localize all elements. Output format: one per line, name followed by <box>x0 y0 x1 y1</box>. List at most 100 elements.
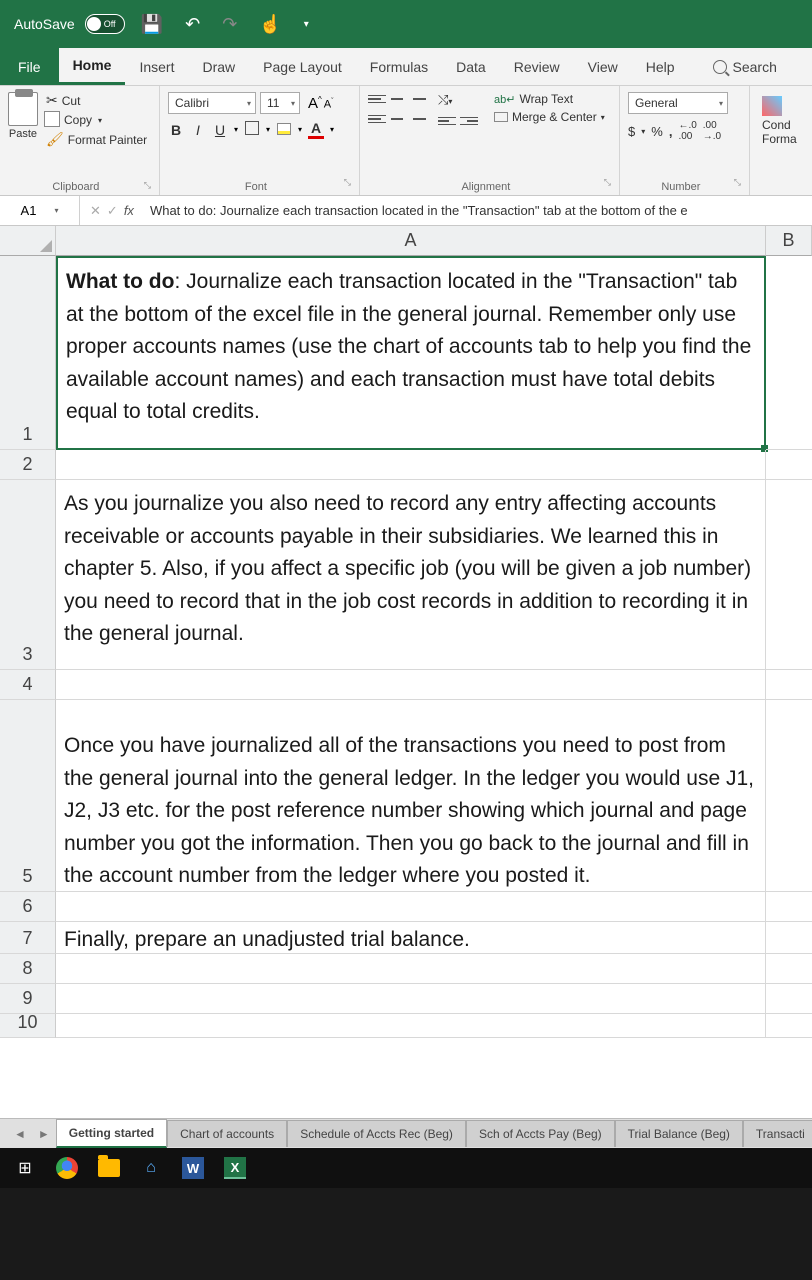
cell-b7[interactable] <box>766 922 812 954</box>
format-painter-button[interactable]: 🖌Format Painter <box>46 131 147 148</box>
column-header-a[interactable]: A <box>56 226 766 256</box>
excel-icon[interactable]: X <box>220 1153 250 1183</box>
font-launcher-icon[interactable]: ⤡ <box>344 177 351 193</box>
cancel-icon[interactable]: ✕ <box>90 203 101 219</box>
tab-view[interactable]: View <box>574 48 632 85</box>
fx-icon[interactable]: fx <box>124 203 134 219</box>
cut-button[interactable]: ✂Cut <box>46 92 147 109</box>
tab-page-layout[interactable]: Page Layout <box>249 48 356 85</box>
sheet-tab-getting-started[interactable]: Getting started <box>56 1119 167 1148</box>
cell-b10[interactable] <box>766 1014 812 1038</box>
start-button[interactable]: ⊞ <box>10 1153 40 1183</box>
tab-scroll-left-icon[interactable]: ◄ <box>8 1127 32 1141</box>
paste-button[interactable]: Paste <box>9 128 37 140</box>
autosave-toggle[interactable]: Off <box>85 14 125 34</box>
cell-a4[interactable] <box>56 670 766 700</box>
merge-center-button[interactable]: Merge & Center▾ <box>494 110 605 124</box>
chrome-icon[interactable] <box>52 1153 82 1183</box>
row-header-4[interactable]: 4 <box>0 670 56 700</box>
undo-icon[interactable]: ↶ <box>179 12 206 37</box>
sheet-tab-transactions[interactable]: Transacti <box>743 1120 812 1147</box>
cell-a7[interactable]: Finally, prepare an unadjusted trial bal… <box>56 922 766 954</box>
tab-review[interactable]: Review <box>500 48 574 85</box>
cell-a9[interactable] <box>56 984 766 1014</box>
align-left-button[interactable] <box>368 112 386 126</box>
number-format-dropdown[interactable]: General▾ <box>628 92 728 114</box>
row-header-10[interactable]: 10 <box>0 1014 56 1038</box>
cell-a5[interactable]: Once you have journalized all of the tra… <box>56 700 766 892</box>
cell-b6[interactable] <box>766 892 812 922</box>
search-box[interactable]: Search <box>699 48 791 85</box>
number-launcher-icon[interactable]: ⤡ <box>734 177 741 193</box>
alignment-launcher-icon[interactable]: ⤡ <box>604 177 611 193</box>
fill-color-button[interactable] <box>276 122 292 138</box>
file-explorer-icon[interactable] <box>94 1153 124 1183</box>
tab-help[interactable]: Help <box>632 48 689 85</box>
tab-scroll-right-icon[interactable]: ► <box>32 1127 56 1141</box>
wrap-text-button[interactable]: ab↵Wrap Text <box>494 92 605 106</box>
formula-text[interactable]: What to do: Journalize each transaction … <box>144 203 688 218</box>
sheet-tab-trial-balance[interactable]: Trial Balance (Beg) <box>615 1120 743 1147</box>
worksheet[interactable]: A B 1 What to do: Journalize each transa… <box>0 226 812 1118</box>
increase-decimal-button[interactable]: ←.0.00 <box>678 120 696 142</box>
sheet-tab-sch-accts-pay[interactable]: Sch of Accts Pay (Beg) <box>466 1120 615 1147</box>
cell-b4[interactable] <box>766 670 812 700</box>
accounting-format-button[interactable]: $ <box>628 124 635 139</box>
clipboard-launcher-icon[interactable]: ⤡ <box>144 180 151 191</box>
cell-a3[interactable]: As you journalize you also need to recor… <box>56 480 766 670</box>
font-color-button[interactable]: A <box>308 120 324 139</box>
bold-button[interactable]: B <box>168 122 184 138</box>
font-name-dropdown[interactable]: Calibri▾ <box>168 92 256 114</box>
row-header-2[interactable]: 2 <box>0 450 56 480</box>
decrease-decimal-button[interactable]: .00→.0 <box>703 120 721 142</box>
row-header-3[interactable]: 3 <box>0 480 56 670</box>
cell-a10[interactable] <box>56 1014 766 1038</box>
row-header-1[interactable]: 1 <box>0 256 56 450</box>
cell-b5[interactable] <box>766 700 812 892</box>
align-right-button[interactable] <box>408 112 426 126</box>
row-header-8[interactable]: 8 <box>0 954 56 984</box>
tab-draw[interactable]: Draw <box>188 48 249 85</box>
store-icon[interactable]: ⌂ <box>136 1153 166 1183</box>
sheet-tab-chart-of-accounts[interactable]: Chart of accounts <box>167 1120 287 1147</box>
grow-shrink-font[interactable]: A^Aˇ <box>308 95 333 112</box>
enter-icon[interactable]: ✓ <box>107 203 118 219</box>
comma-button[interactable]: , <box>669 124 673 139</box>
redo-icon[interactable]: ↷ <box>216 12 243 37</box>
tab-formulas[interactable]: Formulas <box>356 48 442 85</box>
italic-button[interactable]: I <box>190 122 206 138</box>
word-icon[interactable]: W <box>178 1153 208 1183</box>
cell-a2[interactable] <box>56 450 766 480</box>
select-all-corner[interactable] <box>0 226 56 256</box>
align-center-button[interactable] <box>388 112 406 126</box>
row-header-7[interactable]: 7 <box>0 922 56 954</box>
row-header-5[interactable]: 5 <box>0 700 56 892</box>
copy-button[interactable]: Copy▾ <box>46 113 147 127</box>
tab-data[interactable]: Data <box>442 48 500 85</box>
tab-home[interactable]: Home <box>59 48 126 85</box>
border-button[interactable] <box>244 121 260 138</box>
orientation-button[interactable]: ⤭▾ <box>438 92 478 108</box>
row-header-9[interactable]: 9 <box>0 984 56 1014</box>
font-size-dropdown[interactable]: 11▾ <box>260 92 300 114</box>
align-bottom-button[interactable] <box>408 92 426 106</box>
tab-file[interactable]: File <box>0 48 59 85</box>
percent-button[interactable]: % <box>651 124 663 139</box>
conditional-formatting-button[interactable]: Cond Forma <box>758 92 792 150</box>
sheet-tab-schedule-accts-rec[interactable]: Schedule of Accts Rec (Beg) <box>287 1120 466 1147</box>
row-header-6[interactable]: 6 <box>0 892 56 922</box>
cell-b2[interactable] <box>766 450 812 480</box>
paste-icon[interactable] <box>8 92 38 126</box>
cell-b8[interactable] <box>766 954 812 984</box>
increase-indent-button[interactable] <box>460 114 478 128</box>
save-icon[interactable]: 💾 <box>135 12 169 37</box>
align-top-button[interactable] <box>368 92 386 106</box>
cell-a6[interactable] <box>56 892 766 922</box>
underline-button[interactable]: U <box>212 122 228 138</box>
cell-b3[interactable] <box>766 480 812 670</box>
cell-a8[interactable] <box>56 954 766 984</box>
decrease-indent-button[interactable] <box>438 114 456 128</box>
tab-insert[interactable]: Insert <box>125 48 188 85</box>
align-middle-button[interactable] <box>388 92 406 106</box>
qat-customize-icon[interactable]: ▾ <box>298 17 315 32</box>
